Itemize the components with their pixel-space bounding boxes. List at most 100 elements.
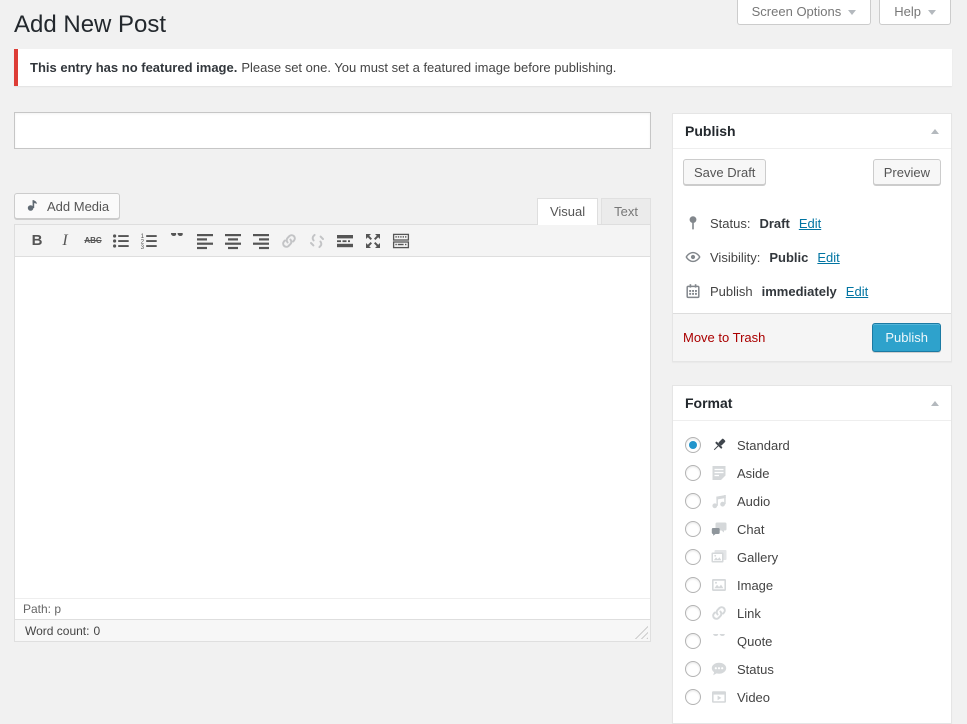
word-count-value: 0 [93,623,101,638]
radio-checked[interactable] [685,437,701,453]
numbered-list-button[interactable]: 123 [135,228,163,254]
quote-icon: “ [710,632,728,650]
editor-resize-handle[interactable] [633,624,648,639]
bold-icon: B [31,232,43,249]
post-title-input[interactable] [14,112,651,149]
insert-link-button[interactable] [275,228,303,254]
chevron-down-icon [928,10,936,15]
tab-visual[interactable]: Visual [536,198,599,225]
bold-button[interactable]: B [23,228,51,254]
link-icon [710,604,728,622]
radio-unchecked[interactable] [685,493,701,509]
radio-unchecked[interactable] [685,549,701,565]
post-schedule-row: Publish immediately Edit [685,283,939,299]
format-list: Standard Aside Audio Chat Gallery Image … [673,421,951,723]
format-option-chat[interactable]: Chat [685,519,939,539]
radio-unchecked[interactable] [685,661,701,677]
fullscreen-icon [366,233,380,248]
editor-path: Path: p [23,602,62,616]
format-box-header[interactable]: Format [673,386,951,421]
unlink-button[interactable] [303,228,331,254]
more-tag-button[interactable] [331,228,359,254]
numbered-list-icon: 123 [141,233,157,250]
format-option-gallery[interactable]: Gallery [685,547,939,567]
add-media-label: Add Media [47,198,110,214]
collapse-toggle-icon[interactable] [931,400,939,406]
publish-box-header[interactable]: Publish [673,114,951,149]
format-label: Chat [737,521,765,537]
image-icon [710,576,728,594]
eye-icon [685,249,701,265]
radio-unchecked[interactable] [685,521,701,537]
tab-text[interactable]: Text [601,198,651,225]
editor-content-area[interactable] [15,257,650,598]
publish-box-title: Publish [685,123,736,139]
fullscreen-button[interactable] [359,228,387,254]
format-option-image[interactable]: Image [685,575,939,595]
pushpin-icon [710,436,728,454]
chat-icon [710,520,728,538]
edit-status-link[interactable]: Edit [799,216,821,231]
format-option-standard[interactable]: Standard [685,435,939,455]
add-media-button[interactable]: Add Media [14,193,121,219]
featured-image-notice: This entry has no featured image. Please… [14,49,952,86]
text-tab-label: Text [614,204,638,219]
format-option-link[interactable]: Link [685,603,939,623]
minor-publishing-actions: Save Draft Preview [673,149,951,195]
screen-options-label: Screen Options [751,4,842,19]
publish-button[interactable]: Publish [872,323,941,352]
align-right-button[interactable] [247,228,275,254]
format-option-quote[interactable]: “ Quote [685,631,939,651]
editor-top-bar: Add Media Visual Text [14,193,651,225]
radio-unchecked[interactable] [685,605,701,621]
format-label: Quote [737,633,773,649]
align-left-button[interactable] [191,228,219,254]
save-draft-button[interactable]: Save Draft [683,159,767,185]
help-button[interactable]: Help [879,0,951,25]
align-right-icon [253,233,269,249]
format-label: Status [737,661,774,677]
status-icon [710,660,728,678]
notice-bold-text: This entry has no featured image. [30,60,238,75]
radio-unchecked[interactable] [685,689,701,705]
sidebar: Publish Save Draft Preview Status: Draft [672,113,952,724]
publish-button-label: Publish [885,330,928,345]
page-title: Add New Post [14,11,167,38]
format-option-audio[interactable]: Audio [685,491,939,511]
preview-label: Preview [883,164,930,180]
toolbar-toggle-icon [392,233,410,248]
format-label: Image [737,577,774,593]
radio-unchecked[interactable] [685,577,701,593]
strikethrough-button[interactable]: ABC [79,228,107,254]
visibility-value: Public [769,249,809,265]
align-center-button[interactable] [219,228,247,254]
radio-unchecked[interactable] [685,465,701,481]
blockquote-button[interactable]: “ [163,228,191,254]
radio-unchecked[interactable] [685,633,701,649]
format-option-aside[interactable]: Aside [685,463,939,483]
format-option-video[interactable]: Video [685,687,939,707]
editor-statusbar: Path: p [15,598,650,619]
screen-options-button[interactable]: Screen Options [736,0,872,25]
toolbar-toggle-button[interactable] [387,228,415,254]
bullet-list-button[interactable] [107,228,135,254]
publish-box: Publish Save Draft Preview Status: Draft [672,113,952,362]
format-option-status[interactable]: Status [685,659,939,679]
collapse-toggle-icon[interactable] [931,128,939,134]
audio-icon [710,492,728,510]
schedule-value: immediately [761,283,837,299]
screen-meta-links: Screen Options Help [736,0,951,25]
word-count-label: Word count: [25,623,90,638]
save-draft-label: Save Draft [694,164,756,180]
edit-schedule-link[interactable]: Edit [846,284,868,299]
edit-visibility-link[interactable]: Edit [817,250,839,265]
video-icon [710,688,728,706]
visual-tab-label: Visual [549,204,586,219]
aside-icon [710,464,728,482]
editor-toolbar: B I ABC 123 “ [15,225,650,257]
status-value: Draft [759,215,790,231]
italic-button[interactable]: I [51,228,79,254]
move-to-trash-link[interactable]: Move to Trash [683,330,765,345]
preview-button[interactable]: Preview [872,159,941,185]
format-label: Aside [737,465,770,481]
